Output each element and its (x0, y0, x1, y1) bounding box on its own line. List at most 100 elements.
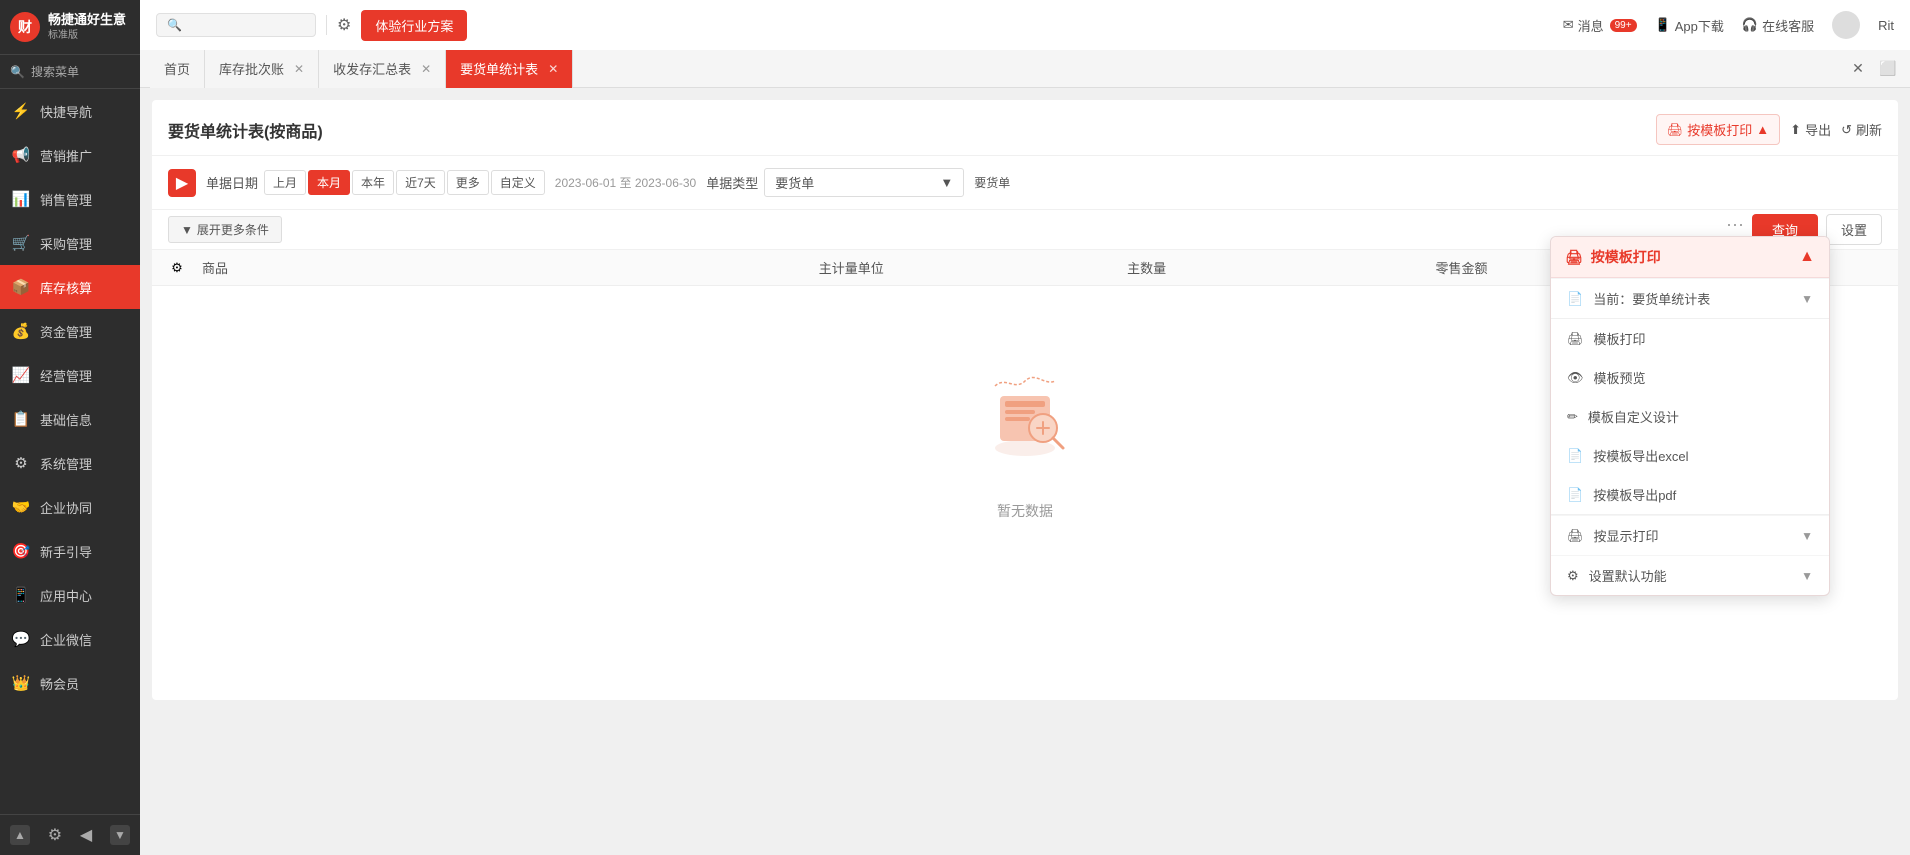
sidebar-item-purchase[interactable]: 🛒 采购管理 (0, 221, 140, 265)
dropdown-template-design[interactable]: ✏ 模板自定义设计 (1551, 397, 1829, 436)
purchase-icon: 🛒 (10, 232, 32, 254)
tab-maximize-btn[interactable]: ⬜ (1876, 57, 1900, 81)
user-avatar[interactable] (1832, 11, 1860, 39)
tab-home[interactable]: 首页 (150, 50, 205, 88)
date-buttons: 上月 本月 本年 近7天 更多 自定义 (264, 170, 545, 195)
date-this-month-btn[interactable]: 本月 (308, 170, 350, 195)
date-this-year-btn[interactable]: 本年 (352, 170, 394, 195)
order-stats-close-icon[interactable]: ✕ (548, 63, 558, 75)
newbie-icon: 🎯 (10, 540, 32, 562)
sidebar-item-enterprise[interactable]: 🤝 企业协同 (0, 485, 140, 529)
filter-toggle-button[interactable]: ▶ (168, 169, 196, 197)
template-print-button[interactable]: 🖨 按模板打印 ▲ (1656, 114, 1780, 145)
sidebar-item-inventory[interactable]: 📦 库存核算 (0, 265, 140, 309)
sidebar-label-basic: 基础信息 (40, 410, 92, 429)
template-preview-icon: 👁 (1567, 370, 1584, 386)
order-stats-label: 要货单统计表 (460, 59, 538, 78)
set-default-label: 设置默认功能 (1589, 566, 1667, 585)
template-print-icon: 🖨 (1567, 331, 1584, 347)
dropdown-section: 📄 当前：要货单统计表 ▼ 🖨 模板打印 👁 模板预览 ✏ 模板自定义设计 (1551, 278, 1829, 595)
member-icon: 👑 (10, 672, 32, 694)
sidebar-item-finance[interactable]: 💰 资金管理 (0, 309, 140, 353)
tab-order-stats[interactable]: 要货单统计表 ✕ (446, 50, 573, 88)
dropdown-set-default[interactable]: ⚙ 设置默认功能 ▼ (1551, 555, 1829, 595)
enterprise-icon: 🤝 (10, 496, 32, 518)
order-type-select[interactable]: 要货单 ▼ (764, 168, 964, 197)
sidebar-item-quick-nav[interactable]: ⚡ 快捷导航 (0, 89, 140, 133)
col-settings[interactable]: ⚙ (152, 260, 202, 276)
empty-text: 暂无数据 (997, 501, 1053, 521)
message-label: 消息 (1578, 16, 1604, 35)
order-type-filter-group: 单据类型 要货单 ▼ (706, 168, 964, 197)
sidebar-item-app-center[interactable]: 📱 应用中心 (0, 573, 140, 617)
sidebar-item-member[interactable]: 👑 畅会员 (0, 661, 140, 705)
date-prev-month-btn[interactable]: 上月 (264, 170, 306, 195)
date-more-btn[interactable]: 更多 (447, 170, 489, 195)
tab-close-all-btn[interactable]: ✕ (1846, 57, 1870, 81)
dropdown-printer-icon: 🖨 (1565, 249, 1583, 266)
user-name: Rit (1878, 18, 1894, 33)
app-download-btn[interactable]: 📱 App下载 (1655, 16, 1724, 35)
set-default-icon: ⚙ (1567, 568, 1579, 584)
online-service-btn[interactable]: 🎧 在线客服 (1742, 16, 1814, 35)
sidebar-item-operations[interactable]: 📈 经营管理 (0, 353, 140, 397)
dropdown-template-print[interactable]: 🖨 模板打印 (1551, 319, 1829, 358)
service-icon: 🎧 (1742, 17, 1758, 33)
message-btn[interactable]: ✉ 消息 99+ (1563, 16, 1637, 35)
display-print-arrow: ▼ (1801, 529, 1813, 543)
template-print-item-label: 模板打印 (1594, 329, 1646, 348)
sidebar-item-basic[interactable]: 📋 基础信息 (0, 397, 140, 441)
settings-button[interactable]: 设置 (1826, 214, 1882, 245)
date-7days-btn[interactable]: 近7天 (396, 170, 445, 195)
topbar-gear-icon[interactable]: ⚙ (337, 15, 351, 35)
topbar-divider (326, 15, 327, 35)
display-print-label: 按显示打印 (1594, 526, 1659, 545)
scroll-up-btn[interactable]: ▲ (10, 825, 30, 845)
export-button[interactable]: ⬆ 导出 (1790, 120, 1831, 139)
app-center-icon: 📱 (10, 584, 32, 606)
expand-filter-btn[interactable]: ▼ 展开更多条件 (168, 216, 282, 243)
settings-icon[interactable]: ⚙ (48, 825, 62, 845)
sidebar-label-purchase: 采购管理 (40, 234, 92, 253)
current-template-arrow: ▼ (1801, 292, 1813, 306)
sidebar-item-wechat[interactable]: 💬 企业微信 (0, 617, 140, 661)
filter-bar: ▶ 单据日期 上月 本月 本年 近7天 更多 自定义 2023-06-01 至 … (152, 156, 1898, 210)
dropdown-title: 按模板打印 (1591, 247, 1661, 267)
operations-icon: 📈 (10, 364, 32, 386)
batch-ledger-close-icon[interactable]: ✕ (294, 63, 304, 75)
dropdown-template-preview[interactable]: 👁 模板预览 (1551, 358, 1829, 397)
dropdown-collapse-icon[interactable]: ▲ (1799, 248, 1815, 266)
export-excel-label: 按模板导出excel (1593, 446, 1688, 465)
app-version: 标准版 (48, 29, 126, 42)
batch-ledger-label: 库存批次账 (219, 59, 284, 78)
inventory-icon: 📦 (10, 276, 32, 298)
dropdown-template-export-excel[interactable]: 📄 按模板导出excel (1551, 436, 1829, 475)
date-filter-label: 单据日期 (206, 173, 258, 192)
industry-plan-button[interactable]: 体验行业方案 (361, 10, 467, 41)
template-design-icon: ✏ (1567, 409, 1578, 425)
sidebar-item-marketing[interactable]: 📢 营销推广 (0, 133, 140, 177)
dropdown-display-print[interactable]: 🖨 按显示打印 ▼ (1551, 515, 1829, 555)
template-design-label: 模板自定义设计 (1588, 407, 1679, 426)
sidebar-nav: ⚡ 快捷导航 📢 营销推广 📊 销售管理 🛒 采购管理 📦 库存核算 💰 资金管… (0, 89, 140, 814)
sidebar-search[interactable]: 🔍 搜索菜单 (0, 55, 140, 89)
topbar-search-box[interactable]: 🔍 (156, 13, 316, 37)
settings-col-icon: ⚙ (171, 260, 183, 276)
date-custom-btn[interactable]: 自定义 (491, 170, 545, 195)
dropdown-title-area: 🖨 按模板打印 (1565, 247, 1661, 267)
sidebar-item-system[interactable]: ⚙ 系统管理 (0, 441, 140, 485)
sidebar-item-sales[interactable]: 📊 销售管理 (0, 177, 140, 221)
tab-batch-ledger[interactable]: 库存批次账 ✕ (205, 50, 319, 88)
dropdown-template-export-pdf[interactable]: 📄 按模板导出pdf (1551, 475, 1829, 514)
receipt-summary-close-icon[interactable]: ✕ (421, 63, 431, 75)
scroll-down-btn[interactable]: ▼ (110, 825, 130, 845)
page-header-actions: 🖨 按模板打印 ▲ ⬆ 导出 ↺ 刷新 (1656, 114, 1882, 145)
tabbar-right: ✕ ⬜ (1846, 57, 1900, 81)
tab-receipt-summary[interactable]: 收发存汇总表 ✕ (319, 50, 446, 88)
export-excel-icon: 📄 (1567, 448, 1583, 464)
sidebar-item-newbie[interactable]: 🎯 新手引导 (0, 529, 140, 573)
refresh-button[interactable]: ↺ 刷新 (1841, 120, 1882, 139)
topbar-search-icon: 🔍 (167, 18, 182, 32)
collapse-icon[interactable]: ◀ (80, 825, 92, 845)
dropdown-current-template[interactable]: 📄 当前：要货单统计表 ▼ (1551, 278, 1829, 318)
